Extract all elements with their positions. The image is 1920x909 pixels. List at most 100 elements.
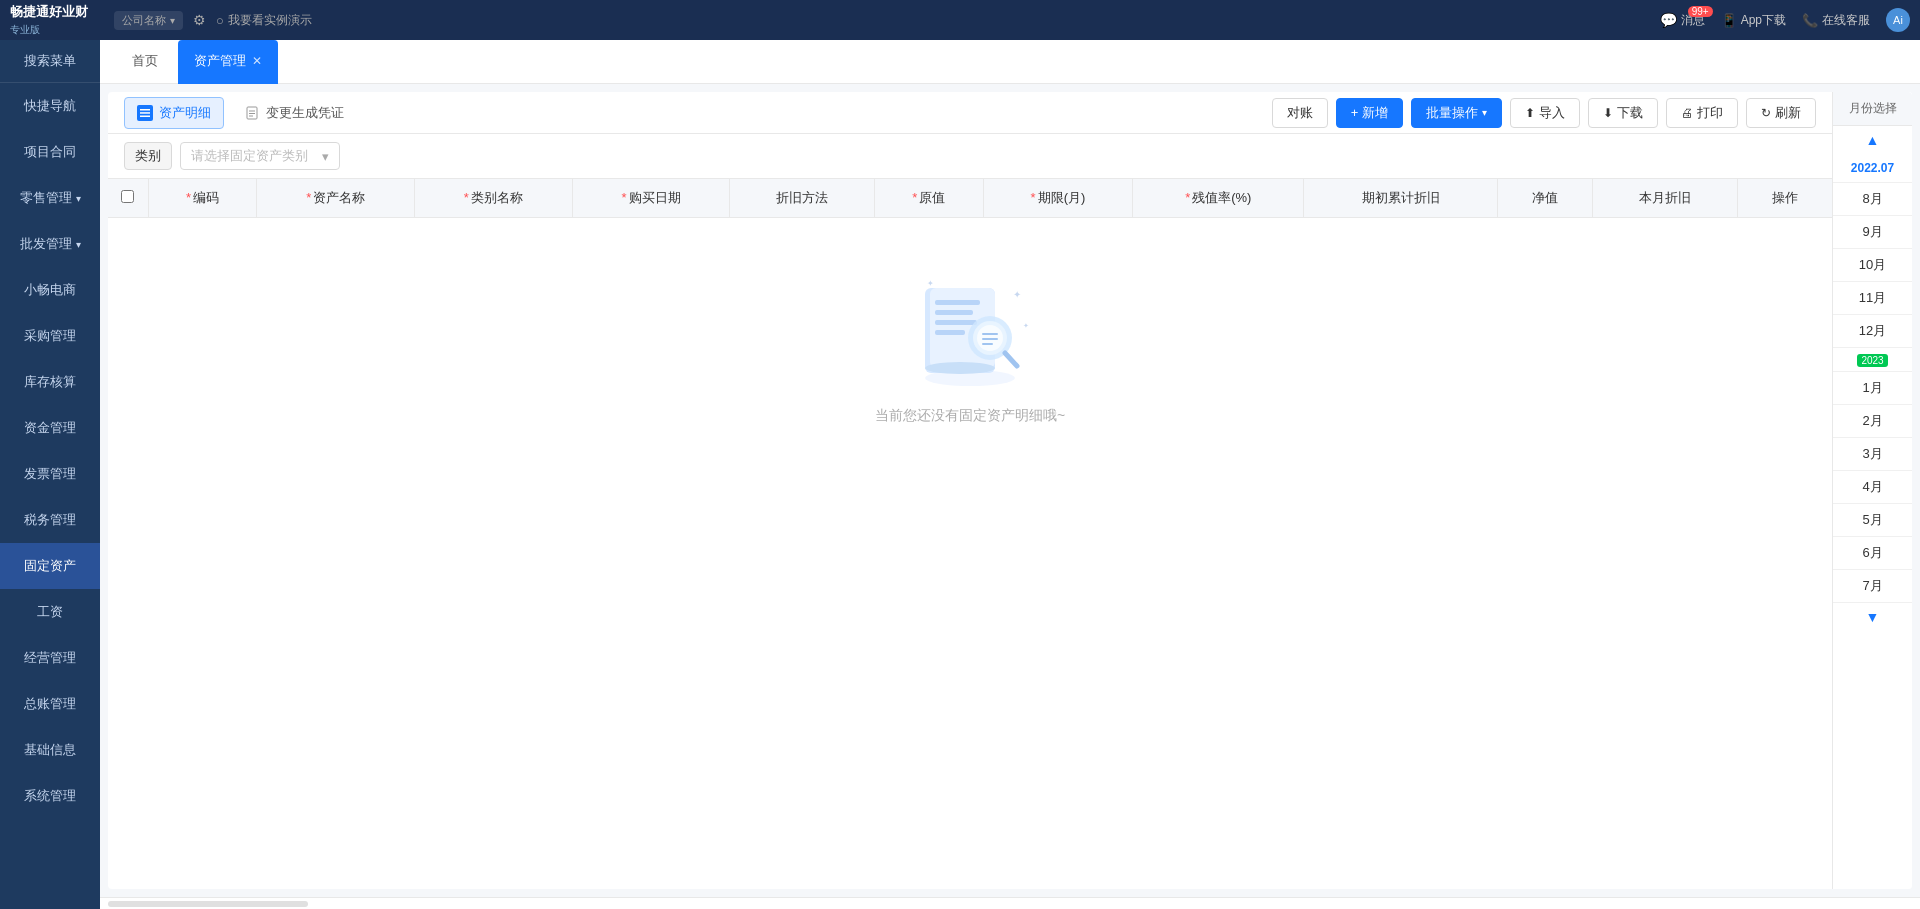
month-2022-aug[interactable]: 8月 (1833, 183, 1912, 216)
svg-text:✦: ✦ (1023, 322, 1029, 329)
svg-rect-0 (140, 109, 150, 111)
refresh-button[interactable]: ↻ 刷新 (1746, 98, 1816, 128)
month-nav-up[interactable]: ▲ (1833, 126, 1912, 154)
month-2022-sep[interactable]: 9月 (1833, 216, 1912, 249)
empty-text: 当前您还没有固定资产明细哦~ (875, 407, 1065, 425)
tab-home[interactable]: 首页 (116, 40, 174, 84)
sidebar-item-system[interactable]: 系统管理 (0, 773, 100, 819)
import-button[interactable]: ⬆ 导入 (1510, 98, 1580, 128)
month-2022-nov[interactable]: 11月 (1833, 282, 1912, 315)
sidebar-item-wholesale[interactable]: 批发管理 ▾ (0, 221, 100, 267)
online-service-button[interactable]: 📞 在线客服 (1802, 12, 1870, 29)
empty-row: ✦ ✦ ✦ 当前您还没有固定资产明细哦~ (108, 218, 1832, 486)
month-2023-jan[interactable]: 1月 (1833, 372, 1912, 405)
sidebar-item-search[interactable]: 搜索菜单 (0, 40, 100, 83)
month-2022-oct[interactable]: 10月 (1833, 249, 1912, 282)
category-filter-select[interactable]: 请选择固定资产类别 ▾ (180, 142, 340, 170)
content-area: 首页 资产管理 ✕ (100, 40, 1920, 909)
svg-rect-12 (935, 320, 977, 325)
table-container: *编码 *资产名称 *类别名称 *购买日期 折旧方法 *原值 *期限(月) *残… (108, 179, 1832, 889)
assets-table: *编码 *资产名称 *类别名称 *购买日期 折旧方法 *原值 *期限(月) *残… (108, 179, 1832, 485)
add-button[interactable]: + 新增 (1336, 98, 1403, 128)
year-badge: 2023 (1857, 354, 1887, 367)
sidebar-item-ledger[interactable]: 总账管理 (0, 681, 100, 727)
svg-rect-11 (935, 310, 973, 315)
month-2023-jul[interactable]: 7月 (1833, 570, 1912, 603)
sidebar-item-quicknav[interactable]: 快捷导航 (0, 83, 100, 129)
filter-chevron-icon: ▾ (322, 149, 329, 164)
sidebar: 搜索菜单 快捷导航 项目合同 零售管理 ▾ 批发管理 ▾ 小畅电商 采购管理 库… (0, 40, 100, 909)
month-2023-feb[interactable]: 2月 (1833, 405, 1912, 438)
sidebar-item-ecommerce[interactable]: 小畅电商 (0, 267, 100, 313)
filter-bar: 类别 请选择固定资产类别 ▾ (108, 134, 1832, 179)
subtab-voucher-change[interactable]: 变更生成凭证 (232, 98, 356, 128)
svg-rect-13 (935, 330, 965, 335)
download-button[interactable]: ⬇ 下载 (1588, 98, 1658, 128)
batch-operations-button[interactable]: 批量操作 ▾ (1411, 98, 1502, 128)
col-operations: 操作 (1737, 179, 1832, 218)
col-purchase-date: *购买日期 (572, 179, 730, 218)
svg-text:✦: ✦ (927, 279, 934, 288)
messages-button[interactable]: 💬 消息 99+ (1660, 12, 1705, 29)
sidebar-item-retail[interactable]: 零售管理 ▾ (0, 175, 100, 221)
select-all-checkbox[interactable] (121, 190, 134, 203)
category-filter-label: 类别 (124, 142, 172, 170)
svg-point-14 (925, 362, 995, 374)
user-avatar[interactable]: Ai (1886, 8, 1910, 32)
print-icon: 🖨 (1681, 106, 1693, 120)
reconcile-button[interactable]: 对账 (1272, 98, 1328, 128)
print-button[interactable]: 🖨 打印 (1666, 98, 1738, 128)
brand-logo: 畅捷通好业财 专业版 (10, 3, 88, 37)
demo-link[interactable]: ○ 我要看实例演示 (216, 12, 312, 29)
sidebar-item-purchase[interactable]: 采购管理 (0, 313, 100, 359)
chevron-down-icon: ▾ (170, 15, 175, 26)
tab-close-icon[interactable]: ✕ (252, 54, 262, 68)
company-selector[interactable]: 公司名称 ▾ (114, 11, 183, 30)
select-all-header[interactable] (108, 179, 148, 218)
month-panel: 月份选择 ▲ 2022.07 8月 9月 10月 11月 12月 2023 1月… (1832, 92, 1912, 889)
sidebar-item-operations[interactable]: 经营管理 (0, 635, 100, 681)
month-2023-apr[interactable]: 4月 (1833, 471, 1912, 504)
col-accumulated-depreciation: 期初累计折旧 (1304, 179, 1497, 218)
app-download-button[interactable]: 📱 App下载 (1721, 12, 1786, 29)
nav-down-icon[interactable]: ▼ (1863, 607, 1883, 627)
list-icon (137, 105, 153, 121)
top-bar-right: 💬 消息 99+ 📱 App下载 📞 在线客服 Ai (1660, 8, 1910, 32)
svg-rect-2 (140, 115, 150, 117)
col-name: *资产名称 (257, 179, 415, 218)
col-net-value: 净值 (1497, 179, 1593, 218)
dropdown-arrow-icon: ▾ (1482, 107, 1487, 118)
sidebar-item-inventory[interactable]: 库存核算 (0, 359, 100, 405)
sidebar-item-assets[interactable]: 固定资产 (0, 543, 100, 589)
settings-button[interactable]: ⚙ (193, 12, 206, 28)
month-2023-jun[interactable]: 6月 (1833, 537, 1912, 570)
doc-icon (244, 105, 260, 121)
month-2023-may[interactable]: 5月 (1833, 504, 1912, 537)
refresh-icon: ↻ (1761, 106, 1771, 120)
sidebar-item-basic-info[interactable]: 基础信息 (0, 727, 100, 773)
col-depreciation-method: 折旧方法 (730, 179, 874, 218)
inner-content: 资产明细 变更生成凭证 (108, 92, 1832, 889)
col-code: *编码 (148, 179, 257, 218)
bottom-scrollbar[interactable] (100, 897, 1920, 909)
month-2023-mar[interactable]: 3月 (1833, 438, 1912, 471)
horizontal-scrollbar-thumb[interactable] (108, 901, 308, 907)
subtab-asset-detail[interactable]: 资产明细 (124, 97, 224, 129)
download-icon: ⬇ (1603, 106, 1613, 120)
page-content: 资产明细 变更生成凭证 (108, 92, 1912, 889)
svg-rect-10 (935, 300, 980, 305)
col-category: *类别名称 (415, 179, 573, 218)
sidebar-item-finance[interactable]: 资金管理 (0, 405, 100, 451)
sidebar-item-salary[interactable]: 工资 (0, 589, 100, 635)
svg-text:✦: ✦ (1013, 289, 1021, 300)
sidebar-item-invoice[interactable]: 发票管理 (0, 451, 100, 497)
sidebar-item-project[interactable]: 项目合同 (0, 129, 100, 175)
sidebar-item-tax[interactable]: 税务管理 (0, 497, 100, 543)
tab-asset-management[interactable]: 资产管理 ✕ (178, 40, 278, 84)
month-2022-dec[interactable]: 12月 (1833, 315, 1912, 348)
chevron-icon: ▾ (76, 193, 81, 204)
empty-state: ✦ ✦ ✦ 当前您还没有固定资产明细哦~ (108, 218, 1832, 485)
month-nav-down[interactable]: ▼ (1833, 603, 1912, 631)
current-period[interactable]: 2022.07 (1833, 154, 1912, 183)
nav-up-icon[interactable]: ▲ (1863, 130, 1883, 150)
